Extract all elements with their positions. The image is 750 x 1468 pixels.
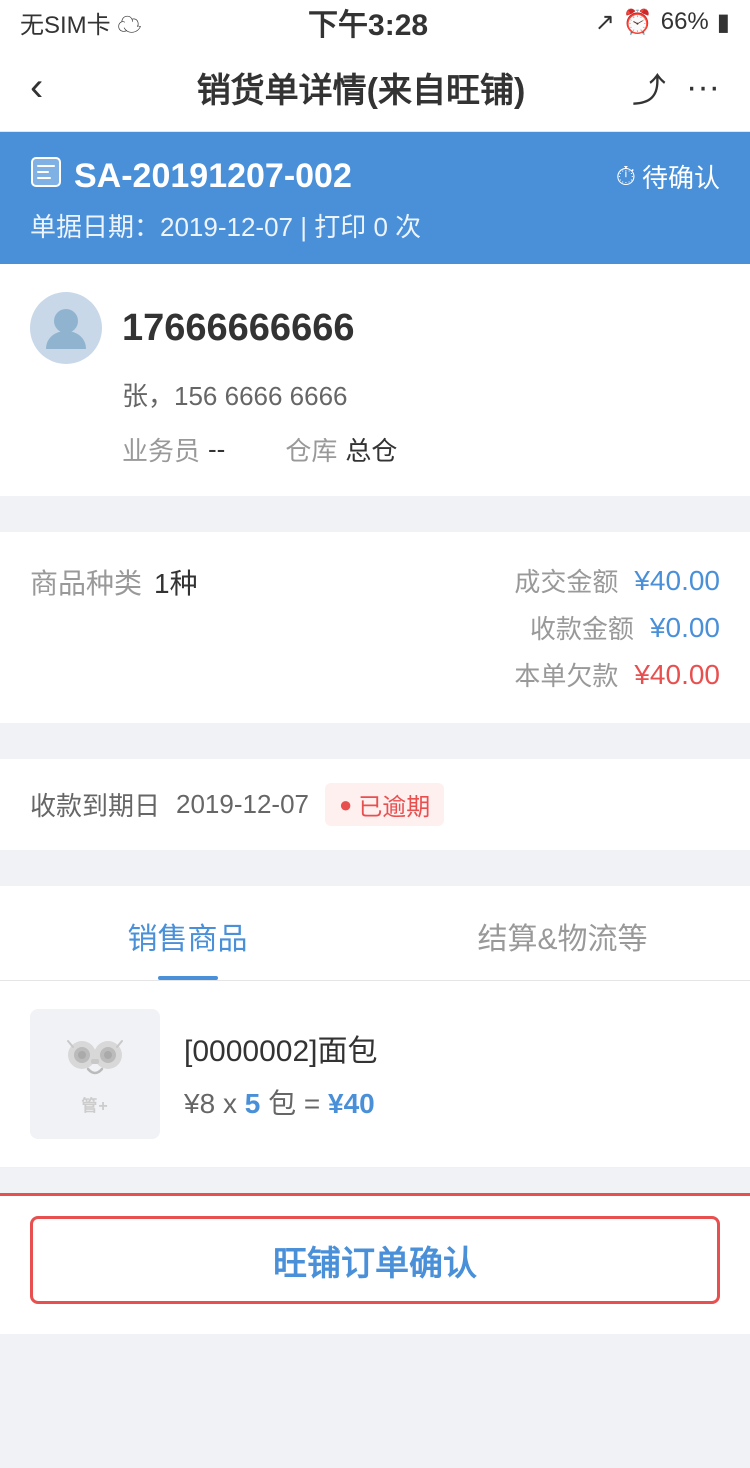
location-icon: ↗ xyxy=(595,8,615,37)
due-date-card: 收款到期日 2019-12-07 ● 已逾期 xyxy=(0,759,750,850)
order-date: 单据日期：2019-12-07 | 打印 0 次 xyxy=(30,207,720,244)
product-list: 管+ [0000002]面包 ¥8 x 5 包 = ¥40 xyxy=(0,981,750,1168)
confirm-order-button[interactable]: 旺铺订单确认 xyxy=(30,1216,720,1304)
status-time: 下午3:28 xyxy=(308,0,428,44)
salesperson-value: -- xyxy=(208,434,225,465)
product-image: 管+ xyxy=(30,1009,160,1139)
product-info: [0000002]面包 ¥8 x 5 包 = ¥40 xyxy=(184,1026,720,1122)
sim-status: 无SIM卡 ☁ xyxy=(20,5,141,40)
customer-card: 17666666666 张，156 6666 6666 业务员 -- 仓库 总仓 xyxy=(0,264,750,496)
status-bar: 无SIM卡 ☁ 下午3:28 ↗ ⏰ 66% ▮ xyxy=(0,0,750,44)
back-button[interactable]: ‹ xyxy=(30,65,90,110)
due-date-value: 2019-12-07 xyxy=(176,789,309,820)
warehouse-value: 总仓 xyxy=(345,431,397,468)
nav-bar: ‹ 销货单详情(来自旺铺) ⤴ ··· xyxy=(0,44,750,132)
avatar xyxy=(30,292,102,364)
battery-icon: ▮ xyxy=(717,8,730,37)
overdue-icon: ● xyxy=(339,792,352,818)
owed-value: ¥40.00 xyxy=(634,659,720,691)
amount-summary: 成交金额 ¥40.00 收款金额 ¥0.00 本单欠款 ¥40.00 xyxy=(514,562,720,693)
overdue-text: 已逾期 xyxy=(358,787,430,822)
product-qty: 5 xyxy=(245,1088,261,1119)
amount-value: ¥40.00 xyxy=(634,565,720,597)
status-left: 无SIM卡 ☁ xyxy=(20,5,141,40)
nav-actions: ⤴ ··· xyxy=(632,63,720,112)
alarm-icon: ⏰ xyxy=(623,8,653,37)
amount-label: 成交金额 xyxy=(514,562,618,599)
order-id-icon xyxy=(30,156,62,197)
product-name: [0000002]面包 xyxy=(184,1026,720,1070)
divider-3 xyxy=(0,850,750,868)
tabs-bar: 销售商品 结算&物流等 xyxy=(0,886,750,981)
received-label: 收款金额 xyxy=(530,609,634,646)
product-price-row: ¥8 x 5 包 = ¥40 xyxy=(184,1082,720,1122)
warehouse-label: 仓库 xyxy=(285,431,337,468)
divider-2 xyxy=(0,723,750,741)
customer-name: 张，156 6666 6666 xyxy=(122,376,720,413)
table-row: 管+ [0000002]面包 ¥8 x 5 包 = ¥40 xyxy=(0,981,750,1168)
owed-label: 本单欠款 xyxy=(514,656,618,693)
bottom-bar: 旺铺订单确认 xyxy=(0,1193,750,1334)
salesperson-label: 业务员 xyxy=(122,431,200,468)
brand-text: 管+ xyxy=(81,1092,108,1116)
tab-products[interactable]: 销售商品 xyxy=(0,886,375,980)
customer-meta: 业务员 -- 仓库 总仓 xyxy=(122,431,720,468)
status-clock-icon: ⏱ xyxy=(616,161,636,193)
order-header: SA-20191207-002 ⏱ 待确认 单据日期：2019-12-07 | … xyxy=(0,132,750,264)
product-type-count: 1种 xyxy=(154,562,198,602)
product-type-label: 商品种类 xyxy=(30,562,142,602)
summary-card: 商品种类 1种 成交金额 ¥40.00 收款金额 ¥0.00 本单欠款 ¥40.… xyxy=(0,532,750,723)
overdue-badge: ● 已逾期 xyxy=(325,783,444,826)
status-right: ↗ ⏰ 66% ▮ xyxy=(595,8,730,37)
page-title: 销货单详情(来自旺铺) xyxy=(197,63,526,112)
order-status: ⏱ 待确认 xyxy=(616,158,720,195)
more-button[interactable]: ··· xyxy=(686,68,720,107)
tab-settlement[interactable]: 结算&物流等 xyxy=(375,886,750,980)
customer-phone: 17666666666 xyxy=(122,307,354,350)
received-value: ¥0.00 xyxy=(650,612,720,644)
order-id: SA-20191207-002 xyxy=(30,156,352,197)
divider-1 xyxy=(0,496,750,514)
due-date-label: 收款到期日 xyxy=(30,786,160,823)
product-total: ¥40 xyxy=(328,1088,375,1119)
battery-level: 66% xyxy=(661,8,709,36)
share-button[interactable]: ⤴ xyxy=(632,63,666,112)
